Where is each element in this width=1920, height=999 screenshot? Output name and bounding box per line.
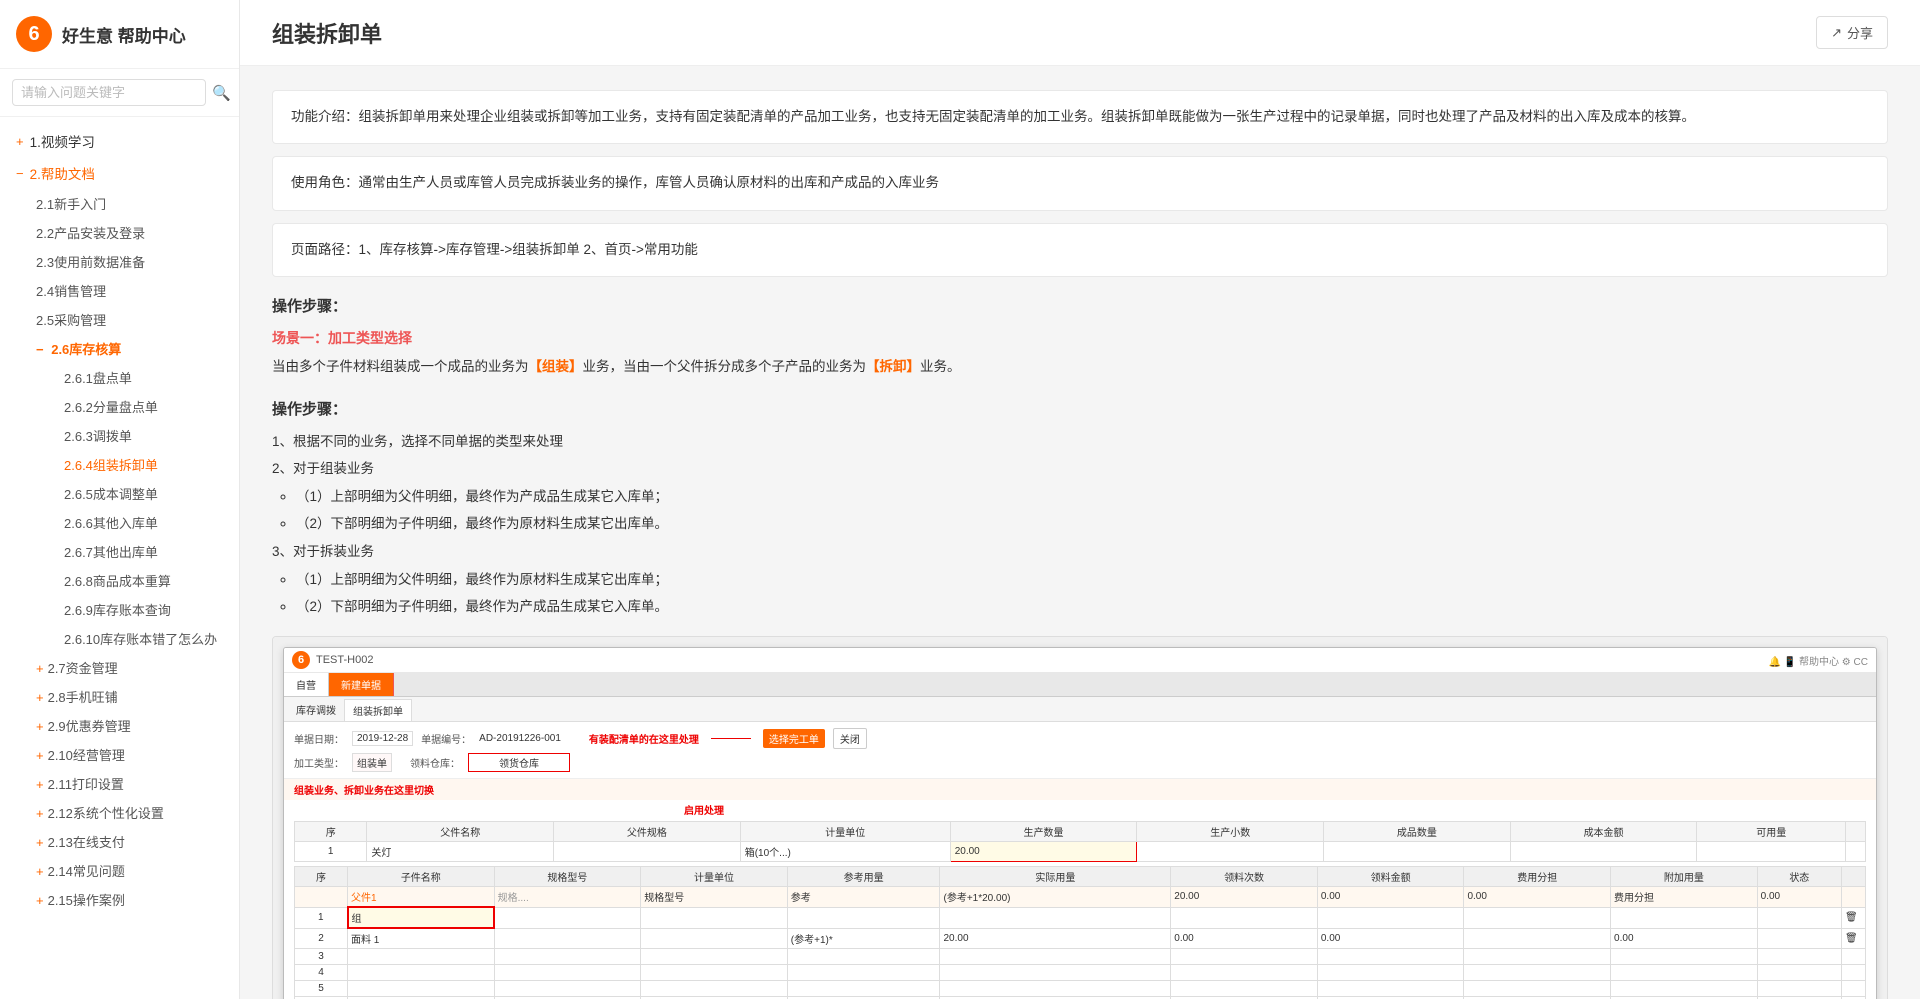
form-warehouse: 领货仓库	[468, 753, 570, 772]
inner-subtab-2[interactable]: 组装拆卸单	[344, 699, 412, 721]
inner-upper-table-wrap: 序 父件名称 父件规格 计量单位 生产数量 生产小数 成品数量 成本金额 可用量	[284, 819, 1876, 864]
form-label-type: 加工类型：	[294, 755, 344, 770]
inner-app-icons: 🔔 📱 帮助中心 ⚙ CC	[1769, 653, 1868, 668]
form-type: 组装单	[352, 753, 392, 772]
scene-title: 场景一：加工类型选择	[272, 328, 1888, 348]
sidebar-item-print[interactable]: +2.11打印设置	[20, 769, 239, 798]
inner-lower-table: 序 子件名称 规格型号 计量单位 参考用量 实际用量 领料次数 领料金额 费用分…	[294, 866, 1866, 999]
form-label-date: 单据日期：	[294, 731, 344, 746]
sidebar-item-finance[interactable]: +2.7资金管理	[20, 653, 239, 682]
sidebar-item-266[interactable]: 2.6.6其他入库单	[48, 508, 239, 537]
sidebar-item-prepare[interactable]: 2.3使用前数据准备	[20, 247, 239, 276]
sidebar-item-label: 2.帮助文档	[30, 163, 95, 183]
logo-area: 6 好生意 帮助中心	[0, 0, 239, 69]
inner-subtab-1[interactable]: 库存调拨	[288, 699, 344, 720]
sidebar-sub-docs: 2.1新手入门 2.2产品安装及登录 2.3使用前数据准备 2.4销售管理 2.…	[0, 189, 239, 914]
sidebar-item-cases[interactable]: +2.15操作案例	[20, 885, 239, 914]
step-2-2: （2）下部明细为子件明细，最终作为原材料生成某它出库单。	[296, 511, 1888, 537]
sidebar-item-label: 1.视频学习	[30, 131, 95, 151]
minus-icon: −	[16, 166, 24, 181]
role-intro-block: 使用角色：通常由生产人员或库管人员完成拆装业务的操作，库管人员确认原材料的出库和…	[272, 156, 1888, 210]
inner-tab-ziyying[interactable]: 自营	[284, 673, 329, 696]
step-3-1: （1）上部明细为父件明细，最终作为原材料生成某它出库单；	[296, 567, 1888, 593]
sidebar-item-system[interactable]: +2.12系统个性化设置	[20, 798, 239, 827]
inner-form-header: 单据日期： 2019-12-28 单据编号： AD-20191226-001 有…	[284, 722, 1876, 779]
sidebar-item-new-user[interactable]: 2.1新手入门	[20, 189, 239, 218]
sidebar-item-docs[interactable]: − 2.帮助文档	[0, 157, 239, 189]
share-button[interactable]: ↗ 分享	[1816, 16, 1888, 49]
feature-intro-block: 功能介绍：组装拆卸单用来处理企业组装或拆卸等加工业务，支持有固定装配清单的产品加…	[272, 90, 1888, 144]
sidebar-sub-inventory: 2.6.1盘点单 2.6.2分量盘点单 2.6.3调拨单 2.6.4组装拆卸单 …	[20, 363, 239, 653]
inner-tab-new[interactable]: 新建单据	[329, 673, 394, 696]
logo-icon: 6	[16, 16, 52, 52]
sidebar-item-269[interactable]: 2.6.9库存账本查询	[48, 595, 239, 624]
sidebar-item-261[interactable]: 2.6.1盘点单	[48, 363, 239, 392]
form-label-warehouse: 领料仓库：	[410, 755, 460, 770]
nav-tree: + 1.视频学习 − 2.帮助文档 2.1新手入门 2.2产品安装及登录 2.3…	[0, 117, 239, 999]
inner-tabs: 自营 新建单据	[284, 673, 1876, 697]
sidebar-item-mobile[interactable]: +2.8手机旺铺	[20, 682, 239, 711]
sidebar-item-video[interactable]: + 1.视频学习	[0, 125, 239, 157]
sidebar: 6 好生意 帮助中心 🔍 + 1.视频学习 − 2.帮助文档 2.1新手入门	[0, 0, 240, 999]
share-icon: ↗	[1831, 25, 1842, 41]
sidebar-item-264[interactable]: 2.6.4组装拆卸单	[48, 450, 239, 479]
search-icon[interactable]: 🔍	[212, 84, 231, 102]
btn-close[interactable]: 关闭	[833, 728, 867, 749]
step-1: 1、根据不同的业务，选择不同单据的类型来处理	[272, 429, 1888, 455]
sidebar-item-263[interactable]: 2.6.3调拨单	[48, 421, 239, 450]
page-title: 组装拆卸单	[272, 17, 382, 49]
annotation-2: 组装业务、拆卸业务在这里切换	[284, 779, 1876, 800]
sidebar-item-268[interactable]: 2.6.8商品成本重算	[48, 566, 239, 595]
ops-title: 操作步骤：	[272, 295, 1888, 316]
inner-upper-table: 序 父件名称 父件规格 计量单位 生产数量 生产小数 成品数量 成本金额 可用量	[294, 821, 1866, 862]
main-content: 组装拆卸单 ↗ 分享 功能介绍：组装拆卸单用来处理企业组装或拆卸等加工业务，支持…	[240, 0, 1920, 999]
plus-icon: +	[16, 134, 24, 149]
step-3-2: （2）下部明细为子件明细，最终作为产成品生成某它入库单。	[296, 594, 1888, 620]
sidebar-item-ops[interactable]: +2.10经营管理	[20, 740, 239, 769]
path-intro-block: 页面路径：1、库存核算->库存管理->组装拆卸单 2、首页->常用功能	[272, 223, 1888, 277]
form-label-billno: 单据编号：	[421, 731, 471, 746]
arrow-line-1	[711, 738, 751, 739]
step-3: 3、对于拆装业务 （1）上部明细为父件明细，最终作为原材料生成某它出库单； （2…	[272, 539, 1888, 620]
sidebar-item-2610[interactable]: 2.6.10库存账本错了怎么办	[48, 624, 239, 653]
inner-sub-tabs: 库存调拨 组装拆卸单	[284, 697, 1876, 722]
logo-text: 好生意 帮助中心	[62, 22, 186, 47]
inner-logo: 6	[292, 651, 310, 669]
sidebar-item-262[interactable]: 2.6.2分量盘点单	[48, 392, 239, 421]
sidebar-item-install[interactable]: 2.2产品安装及登录	[20, 218, 239, 247]
form-billno: AD-20191226-001	[479, 733, 561, 744]
zuzhuang-highlight: 【组装】	[529, 359, 583, 374]
sidebar-item-inventory[interactable]: − 2.6库存核算	[20, 334, 239, 363]
chaizhuo-highlight: 【拆卸】	[866, 359, 920, 374]
screenshot-container: 6 TEST-H002 🔔 📱 帮助中心 ⚙ CC 自营 新建单据 库存调拨	[272, 636, 1888, 999]
scene-desc: 当由多个子件材料组装成一个成品的业务为【组装】业务，当由一个父件拆分成多个子产品…	[272, 354, 1888, 380]
sidebar-item-267[interactable]: 2.6.7其他出库单	[48, 537, 239, 566]
sidebar-item-coupon[interactable]: +2.9优惠券管理	[20, 711, 239, 740]
sidebar-item-online-pay[interactable]: +2.13在线支付	[20, 827, 239, 856]
article: 功能介绍：组装拆卸单用来处理企业组装或拆卸等加工业务，支持有固定装配清单的产品加…	[240, 66, 1920, 999]
annotation-3: 启用处理	[284, 800, 1876, 819]
form-date: 2019-12-28	[352, 731, 413, 746]
inner-lower-table-wrap: 序 子件名称 规格型号 计量单位 参考用量 实际用量 领料次数 领料金额 费用分…	[284, 864, 1876, 999]
topbar: 组装拆卸单 ↗ 分享	[240, 0, 1920, 66]
btn-select-form[interactable]: 选择完工单	[763, 729, 825, 748]
step-2-1: （1）上部明细为父件明细，最终作为产成品生成某它入库单；	[296, 484, 1888, 510]
inner-topbar: 6 TEST-H002 🔔 📱 帮助中心 ⚙ CC	[284, 648, 1876, 673]
steps-list: 1、根据不同的业务，选择不同单据的类型来处理 2、对于组装业务 （1）上部明细为…	[272, 429, 1888, 620]
search-input[interactable]	[12, 79, 206, 106]
sidebar-item-sales[interactable]: 2.4销售管理	[20, 276, 239, 305]
sidebar-item-faq[interactable]: +2.14常见问题	[20, 856, 239, 885]
step-2: 2、对于组装业务 （1）上部明细为父件明细，最终作为产成品生成某它入库单； （2…	[272, 456, 1888, 537]
annotation-1: 有装配清单的在这里处理	[589, 731, 699, 746]
inner-app-id: TEST-H002	[316, 654, 373, 666]
sidebar-item-265[interactable]: 2.6.5成本调整单	[48, 479, 239, 508]
sidebar-item-purchase[interactable]: 2.5采购管理	[20, 305, 239, 334]
steps-title: 操作步骤：	[272, 398, 1888, 419]
search-bar: 🔍	[0, 69, 239, 117]
